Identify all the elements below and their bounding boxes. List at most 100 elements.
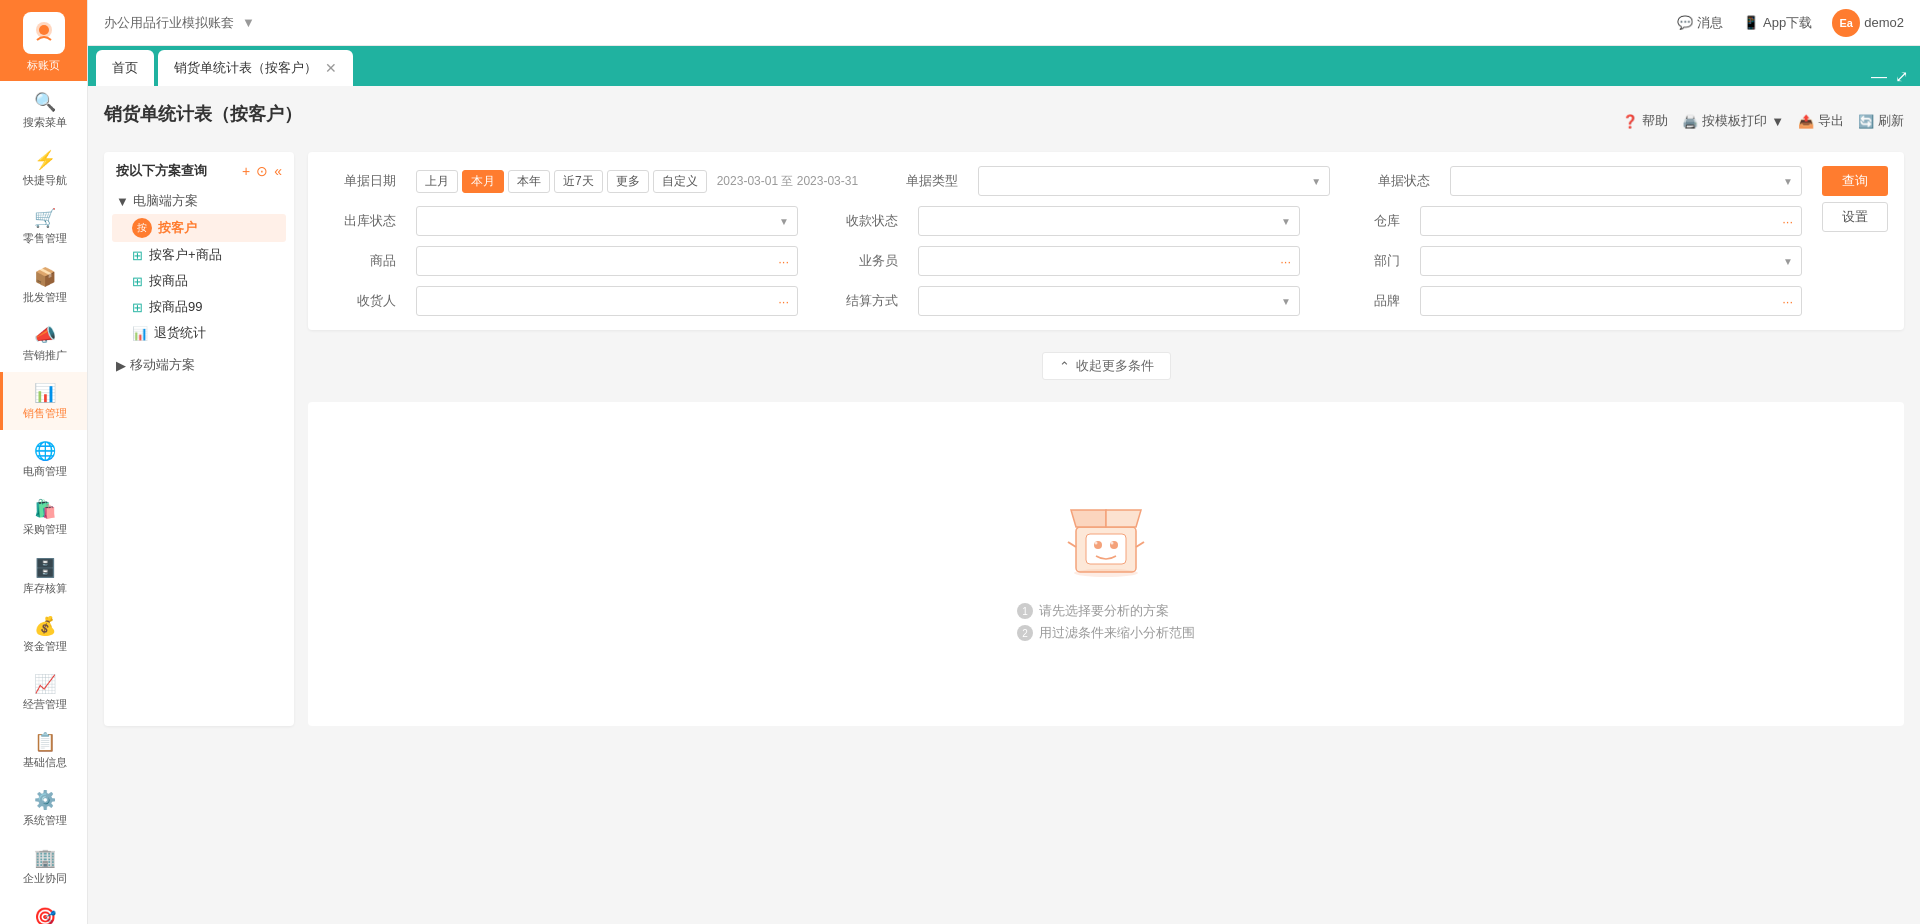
recipient-label: 收货人 bbox=[324, 292, 404, 310]
help-icon: ❓ bbox=[1622, 114, 1638, 129]
help-button[interactable]: ❓ 帮助 bbox=[1622, 112, 1668, 130]
sidebar-item-enterprise-label: 企业协同 bbox=[23, 872, 67, 885]
sidebar-item-finance[interactable]: 💰 资金管理 bbox=[0, 605, 87, 663]
date-pills: 上月 本月 本年 近7天 更多 自定义 bbox=[416, 170, 707, 193]
warehouse-select[interactable]: ··· bbox=[1420, 206, 1802, 236]
tab-minimize-btn[interactable]: — bbox=[1871, 68, 1887, 86]
tab-maximize-btn[interactable]: ⤢ bbox=[1895, 67, 1908, 86]
user-name: demo2 bbox=[1864, 15, 1904, 30]
empty-tips: 1 请先选择要分析的方案 2 用过滤条件来缩小分析范围 bbox=[1017, 598, 1195, 646]
tree-toggle-icon: ▼ bbox=[116, 194, 129, 209]
date-pill-last-month[interactable]: 上月 bbox=[416, 170, 458, 193]
edit-scheme-icon[interactable]: ⊙ bbox=[256, 163, 268, 179]
tip-num-1: 1 bbox=[1017, 603, 1033, 619]
sidebar-item-quick[interactable]: ⚡ 快捷导航 bbox=[0, 139, 87, 197]
tree-desktop-section: ▼ 电脑端方案 按 按客户 ⊞ 按客户+商品 ⊞ 按商品 bbox=[112, 188, 286, 346]
print-button[interactable]: 🖨️ 按模板打印 ▼ bbox=[1682, 112, 1784, 130]
order-status-select[interactable]: ▼ bbox=[1450, 166, 1802, 196]
sidebar-item-operation-label: 经营管理 bbox=[23, 698, 67, 711]
export-icon: 📤 bbox=[1798, 114, 1814, 129]
page-content: 销货单统计表（按客户） ❓ 帮助 🖨️ 按模板打印 ▼ 📤 导出 🔄 刷新 bbox=[88, 86, 1920, 924]
logo-text: 标账页 bbox=[27, 58, 60, 73]
out-status-arrow: ▼ bbox=[779, 216, 789, 227]
message-button[interactable]: 💬 消息 bbox=[1677, 14, 1723, 32]
tab-home[interactable]: 首页 bbox=[96, 50, 154, 86]
sidebar-item-purchase[interactable]: 🛍️ 采购管理 bbox=[0, 488, 87, 546]
date-pill-7days[interactable]: 近7天 bbox=[554, 170, 603, 193]
settle-select[interactable]: ▼ bbox=[918, 286, 1300, 316]
print-icon: 🖨️ bbox=[1682, 114, 1698, 129]
app-download-button[interactable]: 📱 App下载 bbox=[1743, 14, 1812, 32]
dept-select[interactable]: ▼ bbox=[1420, 246, 1802, 276]
tree-parent-mobile[interactable]: ▶ 移动端方案 bbox=[112, 352, 286, 378]
out-status-select[interactable]: ▼ bbox=[416, 206, 798, 236]
sidebar-item-system[interactable]: ⚙️ 系统管理 bbox=[0, 779, 87, 837]
tree-parent-desktop[interactable]: ▼ 电脑端方案 bbox=[112, 188, 286, 214]
sidebar-item-guide[interactable]: 🎯 新手引导 bbox=[0, 896, 87, 924]
staff-select[interactable]: ··· bbox=[918, 246, 1300, 276]
guide-icon: 🎯 bbox=[34, 906, 56, 924]
setting-button[interactable]: 设置 bbox=[1822, 202, 1888, 232]
user-area[interactable]: Ea demo2 bbox=[1832, 9, 1904, 37]
sidebar-item-search[interactable]: 🔍 搜索菜单 bbox=[0, 81, 87, 139]
header-right: 💬 消息 📱 App下载 Ea demo2 bbox=[1677, 9, 1904, 37]
search-icon: 🔍 bbox=[34, 91, 56, 113]
sidebar-item-retail[interactable]: 🛒 零售管理 bbox=[0, 197, 87, 255]
tab-bar-actions: — ⤢ bbox=[1859, 67, 1920, 86]
recipient-select[interactable]: ··· bbox=[416, 286, 798, 316]
sidebar-item-operation[interactable]: 📈 经营管理 bbox=[0, 663, 87, 721]
empty-icon bbox=[1046, 482, 1166, 582]
sidebar-item-ecommerce[interactable]: 🌐 电商管理 bbox=[0, 430, 87, 488]
dept-arrow: ▼ bbox=[1783, 256, 1793, 267]
tree-child-customer[interactable]: 按 按客户 bbox=[112, 214, 286, 242]
date-pill-this-month[interactable]: 本月 bbox=[462, 170, 504, 193]
refresh-button[interactable]: 🔄 刷新 bbox=[1858, 112, 1904, 130]
receipt-status-arrow: ▼ bbox=[1281, 216, 1291, 227]
sales-icon: 📊 bbox=[34, 382, 56, 404]
date-pill-more[interactable]: 更多 bbox=[607, 170, 649, 193]
tree-child-product99[interactable]: ⊞ 按商品99 bbox=[112, 294, 286, 320]
brand-select[interactable]: ··· bbox=[1420, 286, 1802, 316]
product-dots: ··· bbox=[778, 254, 789, 269]
tab-report[interactable]: 销货单统计表（按客户） ✕ bbox=[158, 50, 353, 86]
sidebar-item-enterprise[interactable]: 🏢 企业协同 bbox=[0, 837, 87, 895]
order-type-select[interactable]: ▼ bbox=[978, 166, 1330, 196]
finance-icon: 💰 bbox=[34, 615, 56, 637]
add-scheme-icon[interactable]: + bbox=[242, 163, 250, 179]
tree-child-product[interactable]: ⊞ 按商品 bbox=[112, 268, 286, 294]
svg-point-3 bbox=[1074, 569, 1138, 577]
sidebar-item-inventory[interactable]: 🗄️ 库存核算 bbox=[0, 547, 87, 605]
filter-row-2: 出库状态 ▼ 收款状态 ▼ 仓库 bbox=[324, 206, 1802, 236]
sidebar-item-marketing[interactable]: 📣 营销推广 bbox=[0, 314, 87, 372]
export-button[interactable]: 📤 导出 bbox=[1798, 112, 1844, 130]
page-title: 销货单统计表（按客户） bbox=[104, 102, 302, 126]
sidebar-item-sales[interactable]: 📊 销售管理 bbox=[0, 372, 87, 430]
collapse-panel-icon[interactable]: « bbox=[274, 163, 282, 179]
recipient-dots: ··· bbox=[778, 294, 789, 309]
product-select[interactable]: ··· bbox=[416, 246, 798, 276]
enterprise-icon: 🏢 bbox=[34, 847, 56, 869]
query-button[interactable]: 查询 bbox=[1822, 166, 1888, 196]
collapse-button[interactable]: ⌃ 收起更多条件 bbox=[1042, 352, 1171, 380]
sidebar-item-wholesale[interactable]: 📦 批发管理 bbox=[0, 256, 87, 314]
receipt-status-select[interactable]: ▼ bbox=[918, 206, 1300, 236]
sidebar-item-ecommerce-label: 电商管理 bbox=[23, 465, 67, 478]
tree-mobile-toggle-icon: ▶ bbox=[116, 358, 126, 373]
date-pill-this-year[interactable]: 本年 bbox=[508, 170, 550, 193]
sidebar-item-basic[interactable]: 📋 基础信息 bbox=[0, 721, 87, 779]
tab-close-icon[interactable]: ✕ bbox=[325, 60, 337, 76]
top-header: 办公用品行业模拟账套 ▼ 💬 消息 📱 App下载 Ea demo2 bbox=[88, 0, 1920, 46]
industry-dropdown-icon[interactable]: ▼ bbox=[242, 15, 255, 30]
product-label: 商品 bbox=[324, 252, 404, 270]
date-pill-custom[interactable]: 自定义 bbox=[653, 170, 707, 193]
inventory-icon: 🗄️ bbox=[34, 557, 56, 579]
sidebar-item-retail-label: 零售管理 bbox=[23, 232, 67, 245]
tree-child-return[interactable]: 📊 退货统计 bbox=[112, 320, 286, 346]
right-content: 单据日期 上月 本月 本年 近7天 更多 自定义 bbox=[308, 152, 1904, 726]
filter-row-3: 商品 ··· 业务员 ··· 部门 bbox=[324, 246, 1802, 276]
order-status-arrow: ▼ bbox=[1783, 176, 1793, 187]
tree-child-customer-product[interactable]: ⊞ 按客户+商品 bbox=[112, 242, 286, 268]
receipt-status-label: 收款状态 bbox=[826, 212, 906, 230]
sidebar-menu: 🔍 搜索菜单 ⚡ 快捷导航 🛒 零售管理 📦 批发管理 📣 营销推广 📊 销售管… bbox=[0, 81, 87, 924]
quick-icon: ⚡ bbox=[34, 149, 56, 171]
